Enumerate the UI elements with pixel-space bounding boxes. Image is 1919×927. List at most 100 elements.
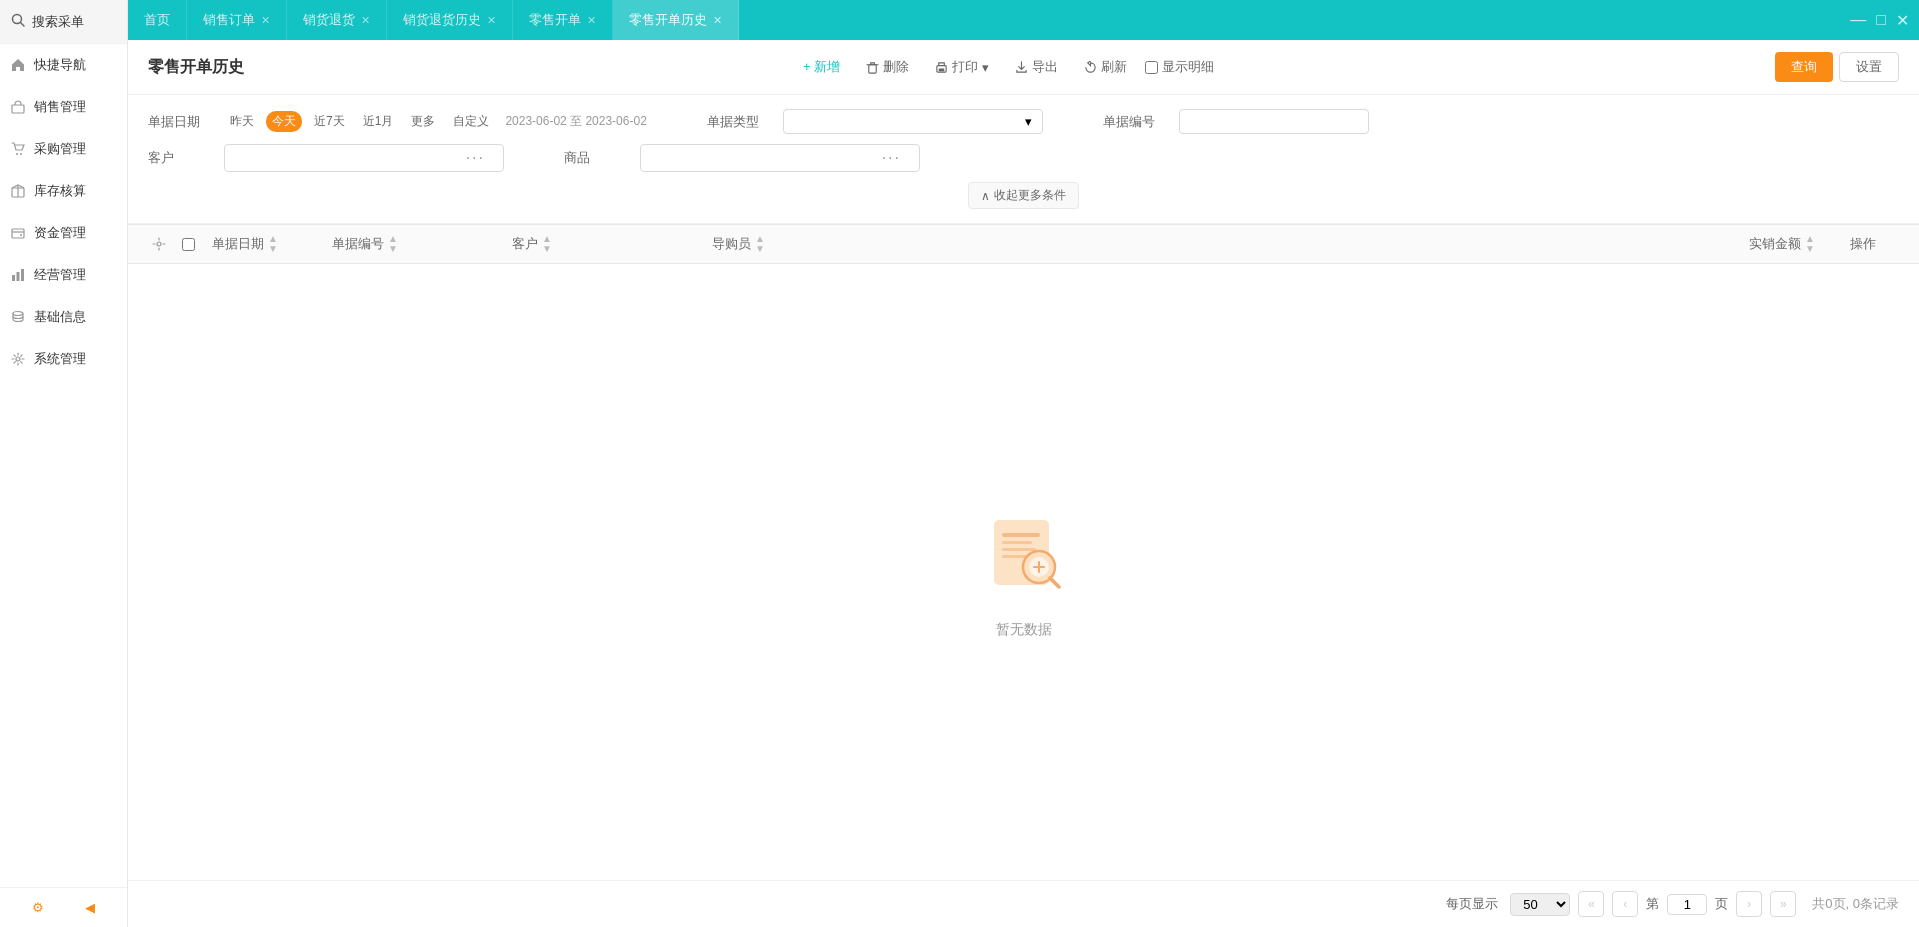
sidebar-item-finance-label: 资金管理 xyxy=(34,224,86,242)
goods-ellipsis[interactable]: ··· xyxy=(874,149,909,167)
main-content: 首页 销售订单 ✕ 销货退货 ✕ 销货退货历史 ✕ 零售开单 ✕ 零售开单历史 … xyxy=(128,0,1919,927)
th-customer[interactable]: 客户 ▲▼ xyxy=(504,234,704,254)
first-page-btn[interactable]: « xyxy=(1578,891,1604,917)
date-yesterday[interactable]: 昨天 xyxy=(224,111,260,132)
search-icon xyxy=(10,12,26,31)
svg-rect-7 xyxy=(12,229,24,238)
query-button[interactable]: 查询 xyxy=(1775,52,1833,82)
export-icon xyxy=(1015,61,1028,74)
toolbar: + 新增 删除 打印 ▾ xyxy=(795,54,1214,80)
tab-retail-open-history[interactable]: 零售开单历史 ✕ xyxy=(613,0,739,40)
sidebar-item-finance[interactable]: 资金管理 xyxy=(0,212,127,254)
th-ops: 操作 xyxy=(1823,235,1903,253)
select-all-checkbox[interactable] xyxy=(182,238,195,251)
empty-illustration xyxy=(974,505,1074,605)
page-header: 零售开单历史 + 新增 删除 打印 ▾ xyxy=(128,40,1919,95)
th-number[interactable]: 单据编号 ▲▼ xyxy=(324,234,504,254)
tab-sales-order[interactable]: 销售订单 ✕ xyxy=(187,0,287,40)
th-checkbox[interactable] xyxy=(174,238,204,251)
column-settings-icon xyxy=(152,237,166,251)
date-1month[interactable]: 近1月 xyxy=(357,111,400,132)
svg-point-17 xyxy=(157,242,161,246)
next-page-btn[interactable]: › xyxy=(1736,891,1762,917)
sidebar-item-basic[interactable]: 基础信息 xyxy=(0,296,127,338)
sidebar-settings-btn[interactable]: ⚙ xyxy=(32,900,44,915)
print-button[interactable]: 打印 ▾ xyxy=(927,54,997,80)
th-amount[interactable]: 实销金额 ▲▼ xyxy=(1703,234,1823,254)
customer-ellipsis[interactable]: ··· xyxy=(458,149,493,167)
tab-retail-open-close[interactable]: ✕ xyxy=(587,14,596,27)
customer-select[interactable]: ··· xyxy=(224,144,504,172)
svg-point-12 xyxy=(13,312,23,316)
tab-retail-open-history-close[interactable]: ✕ xyxy=(713,14,722,27)
add-button[interactable]: + 新增 xyxy=(795,54,848,80)
date-more[interactable]: 更多 xyxy=(405,111,441,132)
tab-sales-order-close[interactable]: ✕ xyxy=(261,14,270,27)
svg-rect-21 xyxy=(1002,548,1036,551)
show-detail-input[interactable] xyxy=(1145,61,1158,74)
th-settings[interactable] xyxy=(144,237,174,251)
collapse-button[interactable]: ∧ 收起更多条件 xyxy=(968,182,1079,209)
sidebar-item-sales[interactable]: 销售管理 xyxy=(0,86,127,128)
tab-sales-return-history[interactable]: 销货退货历史 ✕ xyxy=(387,0,513,40)
window-maximize-btn[interactable]: □ xyxy=(1876,11,1886,29)
date-7days[interactable]: 近7天 xyxy=(308,111,351,132)
svg-rect-14 xyxy=(869,64,876,72)
sidebar-search-label: 搜索采单 xyxy=(32,13,84,31)
number-input[interactable] xyxy=(1179,109,1369,134)
page-input[interactable] xyxy=(1667,894,1707,915)
svg-point-4 xyxy=(20,153,22,155)
sidebar: 搜索采单 快捷导航 销售管理 采购管理 xyxy=(0,0,128,927)
sidebar-item-inventory-label: 库存核算 xyxy=(34,182,86,200)
date-today[interactable]: 今天 xyxy=(266,111,302,132)
tab-sales-return[interactable]: 销货退货 ✕ xyxy=(287,0,387,40)
sidebar-item-sales-label: 销售管理 xyxy=(34,98,86,116)
window-close-btn[interactable]: ✕ xyxy=(1896,11,1909,30)
page-label: 第 xyxy=(1646,895,1659,913)
table-area: 单据日期 ▲▼ 单据编号 ▲▼ 客户 ▲▼ 导购员 ▲▼ 实销金额 ▲▼ 操作 xyxy=(128,224,1919,927)
print-dropdown-icon[interactable]: ▾ xyxy=(982,60,989,75)
tab-sales-return-history-label: 销货退货历史 xyxy=(403,11,481,29)
th-date[interactable]: 单据日期 ▲▼ xyxy=(204,234,324,254)
barchart-icon xyxy=(10,267,26,283)
show-detail-checkbox[interactable]: 显示明细 xyxy=(1145,58,1214,76)
pagination-total: 共0页, 0条记录 xyxy=(1812,895,1899,913)
print-icon xyxy=(935,61,948,74)
th-guide[interactable]: 导购员 ▲▼ xyxy=(704,234,824,254)
sidebar-item-system[interactable]: 系统管理 xyxy=(0,338,127,380)
box-icon xyxy=(10,183,26,199)
sidebar-item-purchase[interactable]: 采购管理 xyxy=(0,128,127,170)
svg-rect-9 xyxy=(12,275,15,281)
sidebar-search[interactable]: 搜索采单 xyxy=(0,0,127,44)
tab-home[interactable]: 首页 xyxy=(128,0,187,40)
export-button[interactable]: 导出 xyxy=(1007,54,1066,80)
type-select[interactable]: ▾ xyxy=(783,109,1043,134)
goods-select[interactable]: ··· xyxy=(640,144,920,172)
sidebar-item-operation[interactable]: 经营管理 xyxy=(0,254,127,296)
settings-button[interactable]: 设置 xyxy=(1839,52,1899,82)
action-buttons: 查询 设置 xyxy=(1775,52,1899,82)
last-page-btn[interactable]: » xyxy=(1770,891,1796,917)
sidebar-item-operation-label: 经营管理 xyxy=(34,266,86,284)
per-page-select[interactable]: 50 10 20 100 xyxy=(1510,893,1570,916)
svg-rect-16 xyxy=(939,68,945,71)
refresh-icon xyxy=(1084,61,1097,74)
tab-sales-return-close[interactable]: ✕ xyxy=(361,14,370,27)
window-minimize-btn[interactable]: — xyxy=(1850,11,1866,29)
sidebar-collapse-btn[interactable]: ◀ xyxy=(85,900,95,915)
date-label: 单据日期 xyxy=(148,113,204,131)
prev-page-btn[interactable]: ‹ xyxy=(1612,891,1638,917)
svg-rect-22 xyxy=(1002,555,1028,558)
svg-line-25 xyxy=(1050,578,1059,587)
date-custom[interactable]: 自定义 xyxy=(447,111,495,132)
sidebar-item-purchase-label: 采购管理 xyxy=(34,140,86,158)
delete-button[interactable]: 删除 xyxy=(858,54,917,80)
page-title: 零售开单历史 xyxy=(148,57,244,78)
sidebar-item-quicknav[interactable]: 快捷导航 xyxy=(0,44,127,86)
sidebar-item-inventory[interactable]: 库存核算 xyxy=(0,170,127,212)
tab-retail-open[interactable]: 零售开单 ✕ xyxy=(513,0,613,40)
filter-area: 单据日期 昨天 今天 近7天 近1月 更多 自定义 2023-06-02 至 2… xyxy=(128,95,1919,224)
tab-sales-return-history-close[interactable]: ✕ xyxy=(487,14,496,27)
tab-retail-open-history-label: 零售开单历史 xyxy=(629,11,707,29)
refresh-button[interactable]: 刷新 xyxy=(1076,54,1135,80)
